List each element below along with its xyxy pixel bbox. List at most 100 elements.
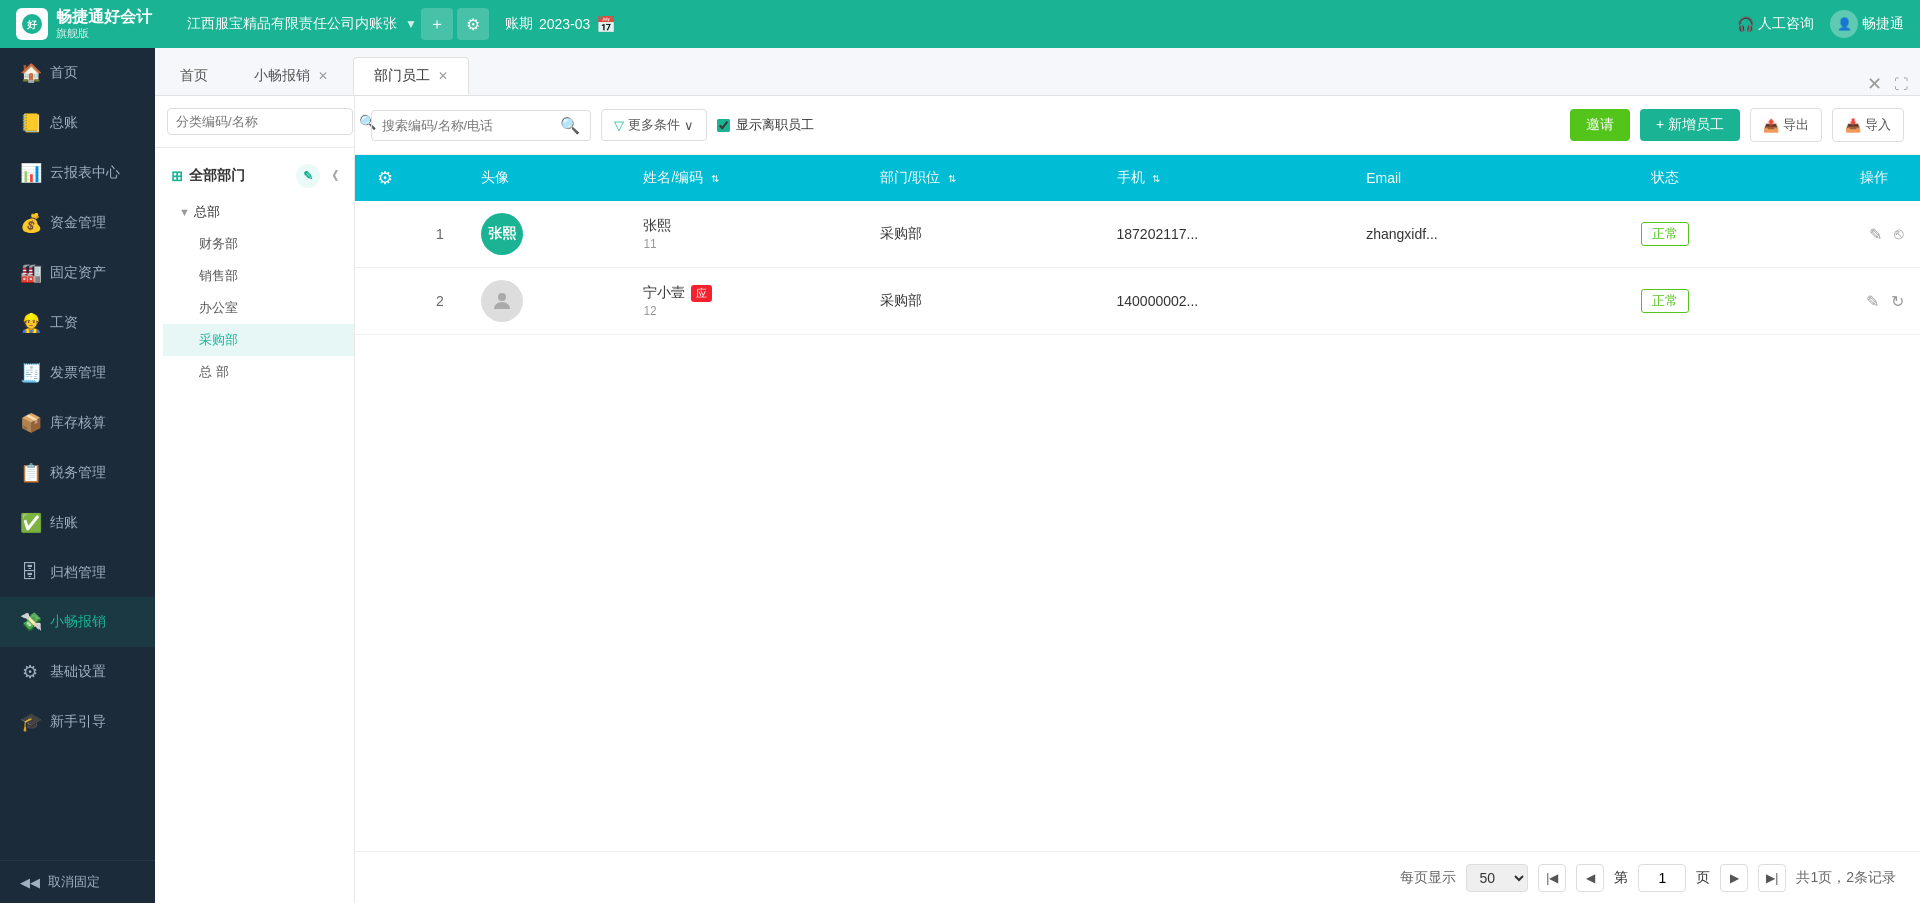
invite-button[interactable]: 邀请 — [1570, 109, 1630, 141]
page-content: 🔍 ⊞ 全部部门 ✎ 《 ▼ 总部 财 — [155, 96, 1920, 903]
row2-name-code: 宁小壹 应 12 — [643, 284, 848, 318]
logo-area: 好 畅捷通好会计 旗舰版 — [16, 7, 171, 41]
col-dept[interactable]: 部门/职位 ⇅ — [864, 155, 1101, 201]
sidebar-item-reports[interactable]: 📊 云报表中心 — [0, 148, 155, 198]
row1-edit-button[interactable]: ✎ — [1869, 225, 1882, 244]
dept-sort-icon[interactable]: ⇅ — [948, 173, 956, 184]
more-filter-button[interactable]: ▽ 更多条件 ∨ — [601, 109, 707, 141]
prev-page-button[interactable]: ◀ — [1576, 864, 1604, 892]
tab-expense-label: 小畅报销 — [254, 67, 310, 85]
dept-collapse-icon[interactable]: 《 — [326, 168, 338, 185]
row1-status: 正常 — [1578, 201, 1754, 268]
dept-general-label: 总 部 — [199, 364, 229, 379]
sidebar-item-inventory[interactable]: 📦 库存核算 — [0, 398, 155, 448]
page-input[interactable] — [1638, 864, 1686, 892]
dept-edit-button[interactable]: ✎ — [296, 164, 320, 188]
page-suffix: 页 — [1696, 869, 1710, 887]
dept-search-area: 🔍 — [155, 96, 354, 148]
sidebar-item-assets[interactable]: 🏭 固定资产 — [0, 248, 155, 298]
sidebar-label-tax: 税务管理 — [50, 464, 106, 482]
row2-settings — [355, 268, 415, 335]
sidebar-item-settings[interactable]: ⚙ 基础设置 — [0, 647, 155, 697]
import-button[interactable]: 📥 导入 — [1832, 108, 1904, 142]
row2-name-cell: 宁小壹 应 12 — [627, 268, 864, 335]
next-page-button[interactable]: ▶ — [1720, 864, 1748, 892]
row2-refresh-button[interactable]: ↻ — [1891, 292, 1904, 311]
add-employee-button[interactable]: + 新增员工 — [1640, 109, 1740, 141]
tab-expense[interactable]: 小畅报销 ✕ — [233, 57, 349, 95]
headset-icon: 🎧 — [1737, 16, 1754, 32]
sidebar-item-home[interactable]: 🏠 首页 — [0, 48, 155, 98]
add-company-button[interactable]: ＋ — [421, 8, 453, 40]
dept-search-input[interactable] — [167, 108, 353, 135]
col-name[interactable]: 姓名/编码 ⇅ — [627, 155, 864, 201]
tab-expense-close[interactable]: ✕ — [318, 69, 328, 83]
sidebar-item-funds[interactable]: 💰 资金管理 — [0, 198, 155, 248]
row1-status-tag: 正常 — [1641, 222, 1689, 246]
first-page-button[interactable]: |◀ — [1538, 864, 1566, 892]
export-button[interactable]: 📤 导出 — [1750, 108, 1822, 142]
dept-item-purchase[interactable]: 采购部 — [163, 324, 354, 356]
user-menu[interactable]: 👤 畅捷通 — [1830, 10, 1904, 38]
phone-sort-icon[interactable]: ⇅ — [1152, 173, 1160, 184]
col-status: 状态 — [1578, 155, 1754, 201]
sidebar-label-invoice: 发票管理 — [50, 364, 106, 382]
app-name: 畅捷通好会计 — [56, 7, 152, 26]
sidebar-item-tax[interactable]: 📋 税务管理 — [0, 448, 155, 498]
sidebar-item-payroll[interactable]: 👷 工资 — [0, 298, 155, 348]
per-page-label: 每页显示 — [1400, 869, 1456, 887]
content-area: 首页 小畅报销 ✕ 部门员工 ✕ ✕ ⛶ 🔍 — [155, 48, 1920, 903]
employee-search-box: 🔍 — [371, 110, 591, 141]
tab-dept-close[interactable]: ✕ — [438, 69, 448, 83]
row2-edit-button[interactable]: ✎ — [1866, 292, 1879, 311]
show-resigned-checkbox[interactable] — [717, 119, 730, 132]
dept-item-general[interactable]: 总 部 — [163, 356, 354, 388]
cancel-fixed-button[interactable]: ◀◀ 取消固定 — [0, 860, 155, 903]
tab-dept[interactable]: 部门员工 ✕ — [353, 57, 469, 95]
tab-bar-right: ✕ ⛶ — [1859, 73, 1920, 95]
dept-item-finance[interactable]: 财务部 — [163, 228, 354, 260]
sidebar-item-guide[interactable]: 🎓 新手引导 — [0, 697, 155, 747]
filter-label: 更多条件 — [628, 116, 680, 134]
table-row: 2 宁小壹 — [355, 268, 1920, 335]
name-sort-icon[interactable]: ⇅ — [711, 173, 719, 184]
payroll-icon: 👷 — [20, 312, 40, 334]
employee-search-input[interactable] — [382, 118, 554, 133]
dept-item-sales[interactable]: 销售部 — [163, 260, 354, 292]
filter-icon: ▽ — [614, 118, 624, 133]
service-button[interactable]: 🎧 人工咨询 — [1737, 15, 1814, 33]
home-icon: 🏠 — [20, 62, 40, 84]
search-icon[interactable]: 🔍 — [560, 116, 580, 135]
resize-icon[interactable]: ⛶ — [1890, 76, 1912, 92]
table-row: 1 张熙 张熙 11 — [355, 201, 1920, 268]
last-page-button[interactable]: ▶| — [1758, 864, 1786, 892]
row1-name: 张熙 — [643, 217, 848, 235]
show-resigned-checkbox-area[interactable]: 显示离职员工 — [717, 116, 814, 134]
close-window-icon[interactable]: ✕ — [1859, 73, 1890, 95]
per-page-select[interactable]: 50 100 200 — [1466, 864, 1528, 892]
arrow-icon: ▼ — [179, 206, 190, 218]
settings-button[interactable]: ⚙ — [457, 8, 489, 40]
dept-item-office[interactable]: 办公室 — [163, 292, 354, 324]
company-dropdown-arrow[interactable]: ▼ — [405, 17, 417, 31]
row1-logout-button[interactable]: ⎋ — [1894, 225, 1904, 243]
sidebar-item-ledger[interactable]: 📒 总账 — [0, 98, 155, 148]
sidebar-item-archive[interactable]: 🗄 归档管理 — [0, 548, 155, 597]
sidebar-item-expense[interactable]: 💸 小畅报销 — [0, 597, 155, 647]
expense-icon: 💸 — [20, 611, 40, 633]
close-period-icon: ✅ — [20, 512, 40, 534]
col-phone[interactable]: 手机 ⇅ — [1101, 155, 1351, 201]
employee-table-area: ⚙ 头像 姓名/编码 ⇅ — [355, 155, 1920, 851]
sidebar-item-close[interactable]: ✅ 结账 — [0, 498, 155, 548]
company-selector[interactable]: 江西服宝精品有限责任公司内账张 ▼ — [187, 15, 417, 33]
row1-email: zhangxidf... — [1350, 201, 1577, 268]
sidebar-label-expense: 小畅报销 — [50, 613, 106, 631]
dept-group-hq-header[interactable]: ▼ 总部 — [163, 196, 354, 228]
row2-phone: 140000002... — [1101, 268, 1351, 335]
app-name-block: 畅捷通好会计 旗舰版 — [56, 7, 152, 41]
dept-all-button[interactable]: ⊞ 全部部门 ✎ 《 — [155, 156, 354, 196]
tab-home[interactable]: 首页 — [159, 57, 229, 95]
sidebar-item-invoice[interactable]: 🧾 发票管理 — [0, 348, 155, 398]
calendar-icon[interactable]: 📅 — [596, 15, 616, 34]
table-settings-icon[interactable]: ⚙ — [377, 168, 393, 188]
